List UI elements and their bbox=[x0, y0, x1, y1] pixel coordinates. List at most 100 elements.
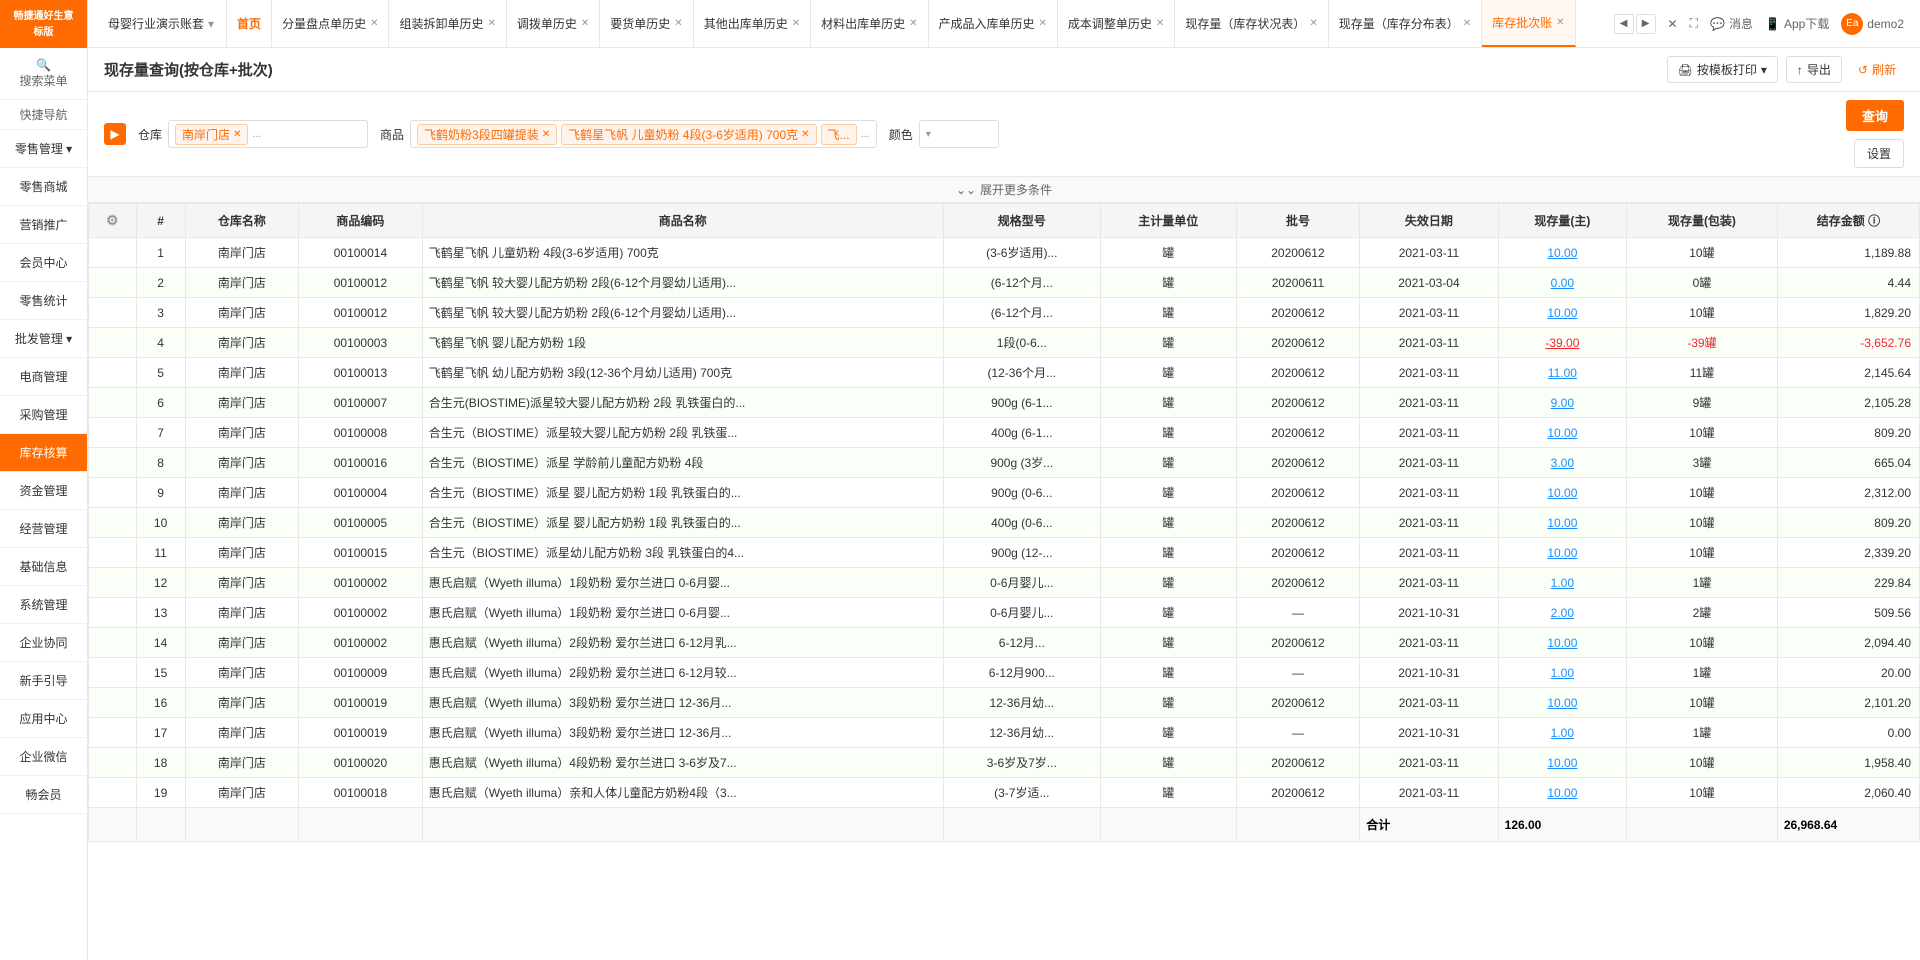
color-input[interactable]: ▾ bbox=[919, 120, 999, 148]
tab-stock-dist[interactable]: 现存量（库存分布表） ✕ bbox=[1329, 0, 1482, 47]
sidebar-item-guide[interactable]: 新手引导 bbox=[0, 662, 87, 700]
filter-expand-button[interactable]: ▶ bbox=[104, 123, 126, 145]
product-tag-container[interactable]: 飞鹤奶粉3段四罐提装 ✕ 飞鹤星飞帆 儿童奶粉 4段(3-6岁适用) 700克 … bbox=[410, 120, 877, 148]
sidebar-item-operations[interactable]: 经营管理 bbox=[0, 510, 87, 548]
cell-stock-main[interactable]: 10.00 bbox=[1498, 508, 1626, 538]
cell-unit: 罐 bbox=[1100, 748, 1236, 778]
warehouse-tag-close[interactable]: ✕ bbox=[233, 129, 241, 140]
cell-unit: 罐 bbox=[1100, 358, 1236, 388]
sidebar-item-retail-stats[interactable]: 零售统计 bbox=[0, 282, 87, 320]
close-tab-btn[interactable]: ✕ bbox=[1668, 17, 1678, 31]
sidebar-item-purchase[interactable]: 采购管理 bbox=[0, 396, 87, 434]
cell-stock-main[interactable]: 10.00 bbox=[1498, 748, 1626, 778]
sidebar-item-inventory[interactable]: 库存核算 bbox=[0, 434, 87, 472]
cell-name: 合生元（BIOSTIME）派星幼儿配方奶粉 3段 乳铁蛋白的4... bbox=[422, 538, 943, 568]
tab-adjust[interactable]: 调拨单历史 ✕ bbox=[507, 0, 600, 47]
sidebar-item-system[interactable]: 系统管理 bbox=[0, 586, 87, 624]
sidebar-item-ecommerce[interactable]: 电商管理 bbox=[0, 358, 87, 396]
user-avatar[interactable]: Ea demo2 bbox=[1841, 13, 1904, 35]
tab-home[interactable]: 首页 bbox=[227, 0, 272, 47]
cell-stock-main[interactable]: 10.00 bbox=[1498, 298, 1626, 328]
app-download-btn[interactable]: 📱 App下载 bbox=[1765, 15, 1829, 32]
tab-close-icon[interactable]: ✕ bbox=[1156, 18, 1164, 29]
tab-close-icon[interactable]: ✕ bbox=[1039, 18, 1047, 29]
tab-close-icon[interactable]: ✕ bbox=[1309, 18, 1317, 29]
tab-product-in[interactable]: 产成品入库单历史 ✕ bbox=[929, 0, 1058, 47]
export-button[interactable]: ↑ 导出 bbox=[1786, 56, 1842, 83]
cell-num: 9 bbox=[136, 478, 185, 508]
expand-more-button[interactable]: ⌄⌄ 展开更多条件 bbox=[956, 181, 1052, 198]
query-button[interactable]: 查询 bbox=[1846, 100, 1904, 131]
sidebar-item-retail-mall[interactable]: 零售商城 bbox=[0, 168, 87, 206]
tab-close-icon[interactable]: ✕ bbox=[1463, 18, 1471, 29]
product-tag-close[interactable]: ✕ bbox=[801, 129, 809, 140]
cell-stock-main[interactable]: 11.00 bbox=[1498, 358, 1626, 388]
tab-close-icon[interactable]: ✕ bbox=[370, 18, 378, 29]
cell-stock-main[interactable]: 10.00 bbox=[1498, 238, 1626, 268]
cell-stock-main[interactable]: 10.00 bbox=[1498, 778, 1626, 808]
sidebar-item-wholesale[interactable]: 批发管理 ▾ bbox=[0, 320, 87, 358]
tab-disassemble[interactable]: 组装拆卸单历史 ✕ bbox=[389, 0, 506, 47]
message-btn[interactable]: 💬 消息 bbox=[1710, 15, 1753, 32]
quick-nav[interactable]: 快捷导航 bbox=[0, 100, 87, 130]
sidebar-item-app-center[interactable]: 应用中心 bbox=[0, 700, 87, 738]
tab-material-out[interactable]: 材料出库单历史 ✕ bbox=[811, 0, 928, 47]
warehouse-more[interactable]: ... bbox=[252, 128, 261, 140]
product-more[interactable]: ... bbox=[861, 128, 870, 140]
cell-stock-main[interactable]: 2.00 bbox=[1498, 598, 1626, 628]
template-print-button[interactable]: 🖨 按模板打印 ▾ bbox=[1667, 56, 1778, 83]
message-icon: 💬 bbox=[1710, 17, 1725, 31]
table-row: 1 南岸门店 00100014 飞鹤星飞帆 儿童奶粉 4段(3-6岁适用) 70… bbox=[89, 238, 1920, 268]
cell-stock-pack: 10罐 bbox=[1627, 538, 1778, 568]
cell-name: 飞鹤星飞帆 较大婴儿配方奶粉 2段(6-12个月婴幼儿适用)... bbox=[422, 268, 943, 298]
sidebar-item-basics[interactable]: 基础信息 bbox=[0, 548, 87, 586]
sidebar-item-wechat[interactable]: 企业微信 bbox=[0, 738, 87, 776]
tab-close-icon[interactable]: ✕ bbox=[909, 18, 917, 29]
col-settings[interactable]: ⚙ bbox=[89, 204, 137, 238]
tab-scroll-left[interactable]: ◀ bbox=[1614, 14, 1634, 34]
sidebar-item-member2[interactable]: 畅会员 bbox=[0, 776, 87, 814]
sidebar-item-enterprise[interactable]: 企业协同 bbox=[0, 624, 87, 662]
sidebar-item-member[interactable]: 会员中心 bbox=[0, 244, 87, 282]
maximize-btn[interactable]: ⛶ bbox=[1690, 16, 1698, 31]
tab-requisition[interactable]: 要货单历史 ✕ bbox=[600, 0, 693, 47]
cell-stock-main[interactable]: 1.00 bbox=[1498, 658, 1626, 688]
sidebar-search[interactable]: 🔍 搜索菜单 bbox=[0, 48, 87, 100]
tab-split-inventory[interactable]: 分量盘点单历史 ✕ bbox=[272, 0, 389, 47]
cell-stock-main[interactable]: 9.00 bbox=[1498, 388, 1626, 418]
sidebar-item-marketing[interactable]: 营销推广 bbox=[0, 206, 87, 244]
cell-stock-main[interactable]: 3.00 bbox=[1498, 448, 1626, 478]
cell-stock-main[interactable]: 10.00 bbox=[1498, 478, 1626, 508]
cell-stock-main[interactable]: -39.00 bbox=[1498, 328, 1626, 358]
search-label: 搜索菜单 bbox=[8, 72, 79, 89]
setting-button[interactable]: 设置 bbox=[1854, 139, 1904, 168]
cell-stock-main[interactable]: 0.00 bbox=[1498, 268, 1626, 298]
warehouse-tag-container[interactable]: 南岸门店 ✕ ... bbox=[168, 120, 368, 148]
cell-stock-main[interactable]: 1.00 bbox=[1498, 718, 1626, 748]
settings-icon[interactable]: ⚙ bbox=[106, 212, 119, 228]
cell-stock-main[interactable]: 10.00 bbox=[1498, 688, 1626, 718]
tab-close-icon[interactable]: ✕ bbox=[581, 18, 589, 29]
cell-stock-main[interactable]: 10.00 bbox=[1498, 628, 1626, 658]
tab-cost-adjust[interactable]: 成本调整单历史 ✕ bbox=[1058, 0, 1175, 47]
product-tag-close[interactable]: ✕ bbox=[542, 129, 550, 140]
sidebar-item-finance[interactable]: 资金管理 bbox=[0, 472, 87, 510]
cell-balance: 509.56 bbox=[1777, 598, 1919, 628]
cell-stock-main[interactable]: 10.00 bbox=[1498, 538, 1626, 568]
tab-stock-status[interactable]: 现存量（库存状况表） ✕ bbox=[1175, 0, 1328, 47]
cell-stock-main[interactable]: 10.00 bbox=[1498, 418, 1626, 448]
tab-close-icon[interactable]: ✕ bbox=[674, 18, 682, 29]
tab-other-out[interactable]: 其他出库单历史 ✕ bbox=[694, 0, 811, 47]
tab-scroll-right[interactable]: ▶ bbox=[1636, 14, 1656, 34]
tab-close-icon[interactable]: ✕ bbox=[792, 18, 800, 29]
tab-close-icon[interactable]: ✕ bbox=[1556, 17, 1564, 28]
cell-stock-main[interactable]: 1.00 bbox=[1498, 568, 1626, 598]
account-dropdown[interactable]: 母婴行业演示账套 ▾ bbox=[96, 0, 227, 47]
sidebar-item-retail-mgmt[interactable]: 零售管理 ▾ bbox=[0, 130, 87, 168]
cell-expiry: 2021-10-31 bbox=[1360, 718, 1498, 748]
refresh-button[interactable]: ↺ 刷新 bbox=[1850, 57, 1904, 82]
cell-expiry: 2021-03-11 bbox=[1360, 538, 1498, 568]
cell-name: 飞鹤星飞帆 较大婴儿配方奶粉 2段(6-12个月婴幼儿适用)... bbox=[422, 298, 943, 328]
tab-close-icon[interactable]: ✕ bbox=[487, 18, 495, 29]
tab-batch-voucher[interactable]: 库存批次账 ✕ bbox=[1482, 0, 1575, 47]
